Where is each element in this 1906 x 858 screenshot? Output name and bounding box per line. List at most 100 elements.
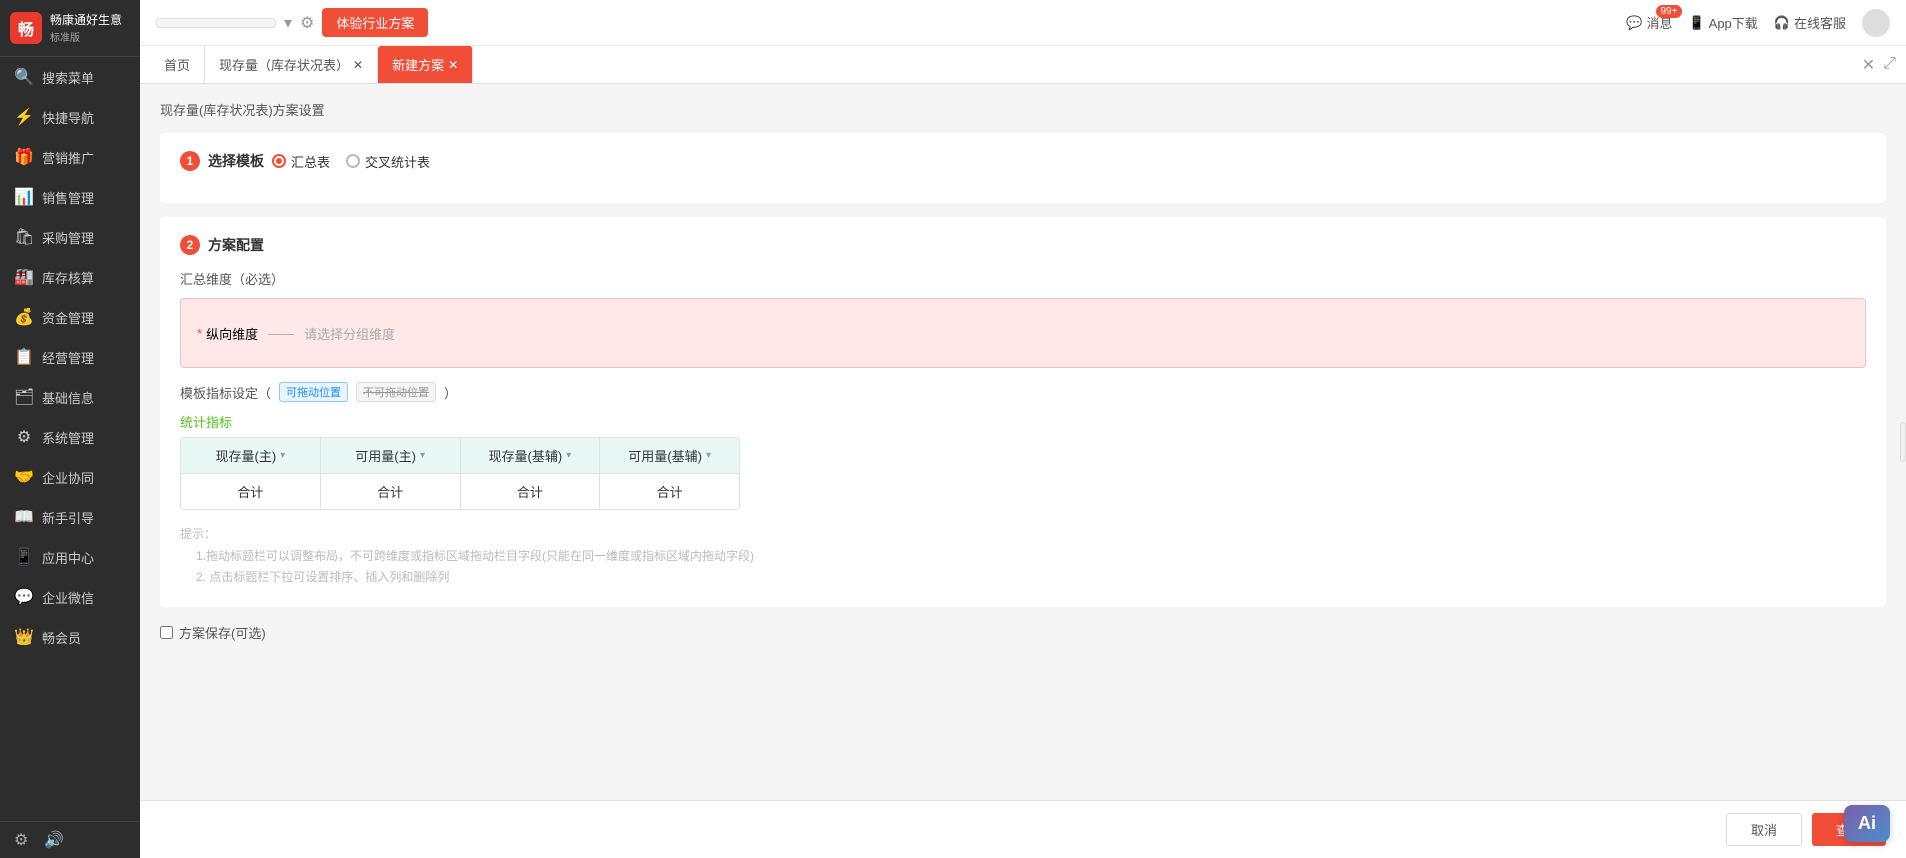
new-plan-tab-label: 新建方案 — [392, 55, 444, 74]
sidebar-item-label: 畅会员 — [42, 628, 81, 647]
col-header-3[interactable]: 可用量(基辅) ▾ — [600, 438, 739, 473]
chevron-down-icon-1: ▾ — [420, 450, 425, 461]
topbar-gear-icon[interactable]: ⚙ — [300, 13, 314, 33]
topbar-search[interactable] — [156, 18, 276, 28]
stat-table-row: 合计 合计 合计 合计 — [181, 473, 739, 509]
settings-icon[interactable]: ⚙ — [14, 830, 28, 850]
col-sub-1: 合计 — [321, 474, 461, 509]
main-area: ▾ ⚙ 体验行业方案 💬 消息 99+ 📱 App下载 🎧 在线客服 首页 — [140, 0, 1906, 858]
col-sub-2: 合计 — [461, 474, 601, 509]
footer: 取消 查询 — [140, 800, 1906, 858]
sidebar-item-label: 快捷导航 — [42, 108, 94, 127]
sidebar-item-appstore[interactable]: 📱 应用中心 — [0, 537, 140, 577]
book-icon: 📖 — [14, 507, 34, 527]
radio-cross-circle — [346, 154, 360, 168]
sidebar-item-quick-nav[interactable]: ⚡ 快捷导航 — [0, 97, 140, 137]
indicator-section: 模板指标设定（ 可拖动位置 不可拖动位置 ） 统计指标 现存量(主) ▾ 可用量… — [180, 382, 1866, 510]
dimension-section: 汇总维度（必选） * 纵向维度 —— 请选择分组维度 — [180, 269, 1866, 368]
dim-placeholder[interactable]: 请选择分组维度 — [304, 324, 395, 343]
cancel-button[interactable]: 取消 — [1726, 813, 1802, 846]
close-dialog-icon[interactable]: ✕ — [1862, 55, 1875, 75]
sidebar-item-label: 企业微信 — [42, 588, 94, 607]
sidebar-item-sales[interactable]: 📊 销售管理 — [0, 177, 140, 217]
sidebar-item-label: 经营管理 — [42, 348, 94, 367]
gift-icon: 🎁 — [14, 147, 34, 167]
tab-new-plan[interactable]: 新建方案 ✕ — [378, 46, 473, 83]
col-header-0[interactable]: 现存量(主) ▾ — [181, 438, 321, 473]
sidebar-item-search[interactable]: 🔍 搜索菜单 — [0, 57, 140, 97]
sidebar-item-system[interactable]: ⚙ 系统管理 — [0, 417, 140, 457]
topbar: ▾ ⚙ 体验行业方案 💬 消息 99+ 📱 App下载 🎧 在线客服 — [140, 0, 1906, 46]
content-area: 现存量(库存状况表)方案设置 1 选择模板 汇总表 交叉统计表 — [140, 84, 1906, 800]
dim-label: 汇总维度（必选） — [180, 269, 1866, 288]
message-icon: 💬 — [1626, 15, 1642, 31]
resize-handle[interactable] — [1900, 422, 1906, 462]
radio-summary[interactable]: 汇总表 — [272, 152, 330, 171]
tab-home[interactable]: 首页 — [150, 46, 205, 83]
money-icon: 💰 — [14, 307, 34, 327]
tab-close-new-plan[interactable]: ✕ — [448, 58, 458, 72]
tab-inventory-status[interactable]: 现存量（库存状况表） ✕ — [205, 46, 378, 83]
sidebar-item-basic[interactable]: 🗂 基础信息 — [0, 377, 140, 417]
sidebar-item-weixin[interactable]: 💬 企业微信 — [0, 577, 140, 617]
col-header-1[interactable]: 可用量(主) ▾ — [321, 438, 461, 473]
sidebar-item-label: 采购管理 — [42, 228, 94, 247]
dim-required-mark: * — [197, 326, 202, 341]
folder-icon: 🗂 — [14, 387, 34, 407]
download-icon: 📱 — [1688, 15, 1704, 31]
tab-bar: 首页 现存量（库存状况表） ✕ 新建方案 ✕ ✕ ⤢ — [140, 46, 1906, 84]
dropdown-icon[interactable]: ▾ — [284, 13, 292, 33]
search-icon: 🔍 — [14, 67, 34, 87]
online-service-link[interactable]: 🎧 在线客服 — [1774, 13, 1846, 32]
user-avatar[interactable] — [1862, 9, 1890, 37]
lightning-icon: ⚡ — [14, 107, 34, 127]
app-download-link[interactable]: 📱 App下载 — [1688, 13, 1757, 32]
sidebar-item-purchase[interactable]: 🛍 采购管理 — [0, 217, 140, 257]
app-logo-icon: 畅 — [10, 12, 42, 44]
indicator-label-prefix: 模板指标设定（ — [180, 383, 271, 402]
expand-dialog-icon[interactable]: ⤢ — [1883, 55, 1896, 75]
dim-area[interactable]: * 纵向维度 —— 请选择分组维度 — [180, 298, 1866, 368]
sidebar-item-business[interactable]: 📋 经营管理 — [0, 337, 140, 377]
tips-section: 提示： 1.拖动标题栏可以调整布局，不可跨维度或指标区域拖动栏目字段(只能在同一… — [180, 524, 1866, 589]
tab-close-inventory[interactable]: ✕ — [353, 58, 363, 72]
sidebar-item-finance[interactable]: 💰 资金管理 — [0, 297, 140, 337]
chat-icon: 💬 — [14, 587, 34, 607]
ai-badge[interactable]: Ai — [1844, 805, 1890, 842]
sidebar-bottom: ⚙ 🔊 — [0, 821, 140, 858]
sidebar-item-label: 营销推广 — [42, 148, 94, 167]
clipboard-icon: 📋 — [14, 347, 34, 367]
sidebar-item-label: 搜索菜单 — [42, 68, 94, 87]
save-checkbox[interactable] — [160, 626, 173, 639]
sidebar-item-contract[interactable]: 🤝 企业协同 — [0, 457, 140, 497]
save-label: 方案保存(可选) — [179, 623, 266, 642]
sidebar-item-guide[interactable]: 📖 新手引导 — [0, 497, 140, 537]
topbar-message[interactable]: 💬 消息 99+ — [1626, 13, 1672, 32]
stat-table-header: 现存量(主) ▾ 可用量(主) ▾ 现存量(基辅) ▾ 可用量(基辅) — [181, 438, 739, 473]
col-sub-3: 合计 — [600, 474, 739, 509]
sidebar-item-label: 企业协同 — [42, 468, 94, 487]
gear-icon: ⚙ — [14, 427, 34, 447]
radio-cross-label: 交叉统计表 — [365, 152, 430, 171]
radio-cross[interactable]: 交叉统计表 — [346, 152, 430, 171]
sidebar-item-label: 销售管理 — [42, 188, 94, 207]
phone-icon: 📱 — [14, 547, 34, 567]
stat-title: 统计指标 — [180, 412, 1866, 431]
section-template: 1 选择模板 汇总表 交叉统计表 — [160, 133, 1886, 203]
sidebar-item-inventory[interactable]: 🏭 库存核算 — [0, 257, 140, 297]
sidebar: 畅 畅康通好生意 标准版 🔍 搜索菜单 ⚡ 快捷导航 🎁 营销推广 📊 销售管理… — [0, 0, 140, 858]
topbar-right: 💬 消息 99+ 📱 App下载 🎧 在线客服 — [1626, 9, 1890, 37]
sidebar-item-label: 新手引导 — [42, 508, 94, 527]
app-logo-text: 畅康通好生意 标准版 — [50, 12, 122, 44]
speaker-icon[interactable]: 🔊 — [44, 830, 64, 850]
sidebar-item-member[interactable]: 👑 畅会员 — [0, 617, 140, 657]
sidebar-item-label: 应用中心 — [42, 548, 94, 567]
radio-summary-label: 汇总表 — [291, 152, 330, 171]
industry-plan-button[interactable]: 体验行业方案 — [322, 8, 428, 37]
template-radio-group: 汇总表 交叉统计表 — [272, 152, 430, 171]
col-header-2[interactable]: 现存量(基辅) ▾ — [461, 438, 601, 473]
section1-title: 选择模板 — [208, 151, 264, 171]
tips-title: 提示： — [180, 527, 216, 541]
chart-icon: 📊 — [14, 187, 34, 207]
sidebar-item-marketing[interactable]: 🎁 营销推广 — [0, 137, 140, 177]
